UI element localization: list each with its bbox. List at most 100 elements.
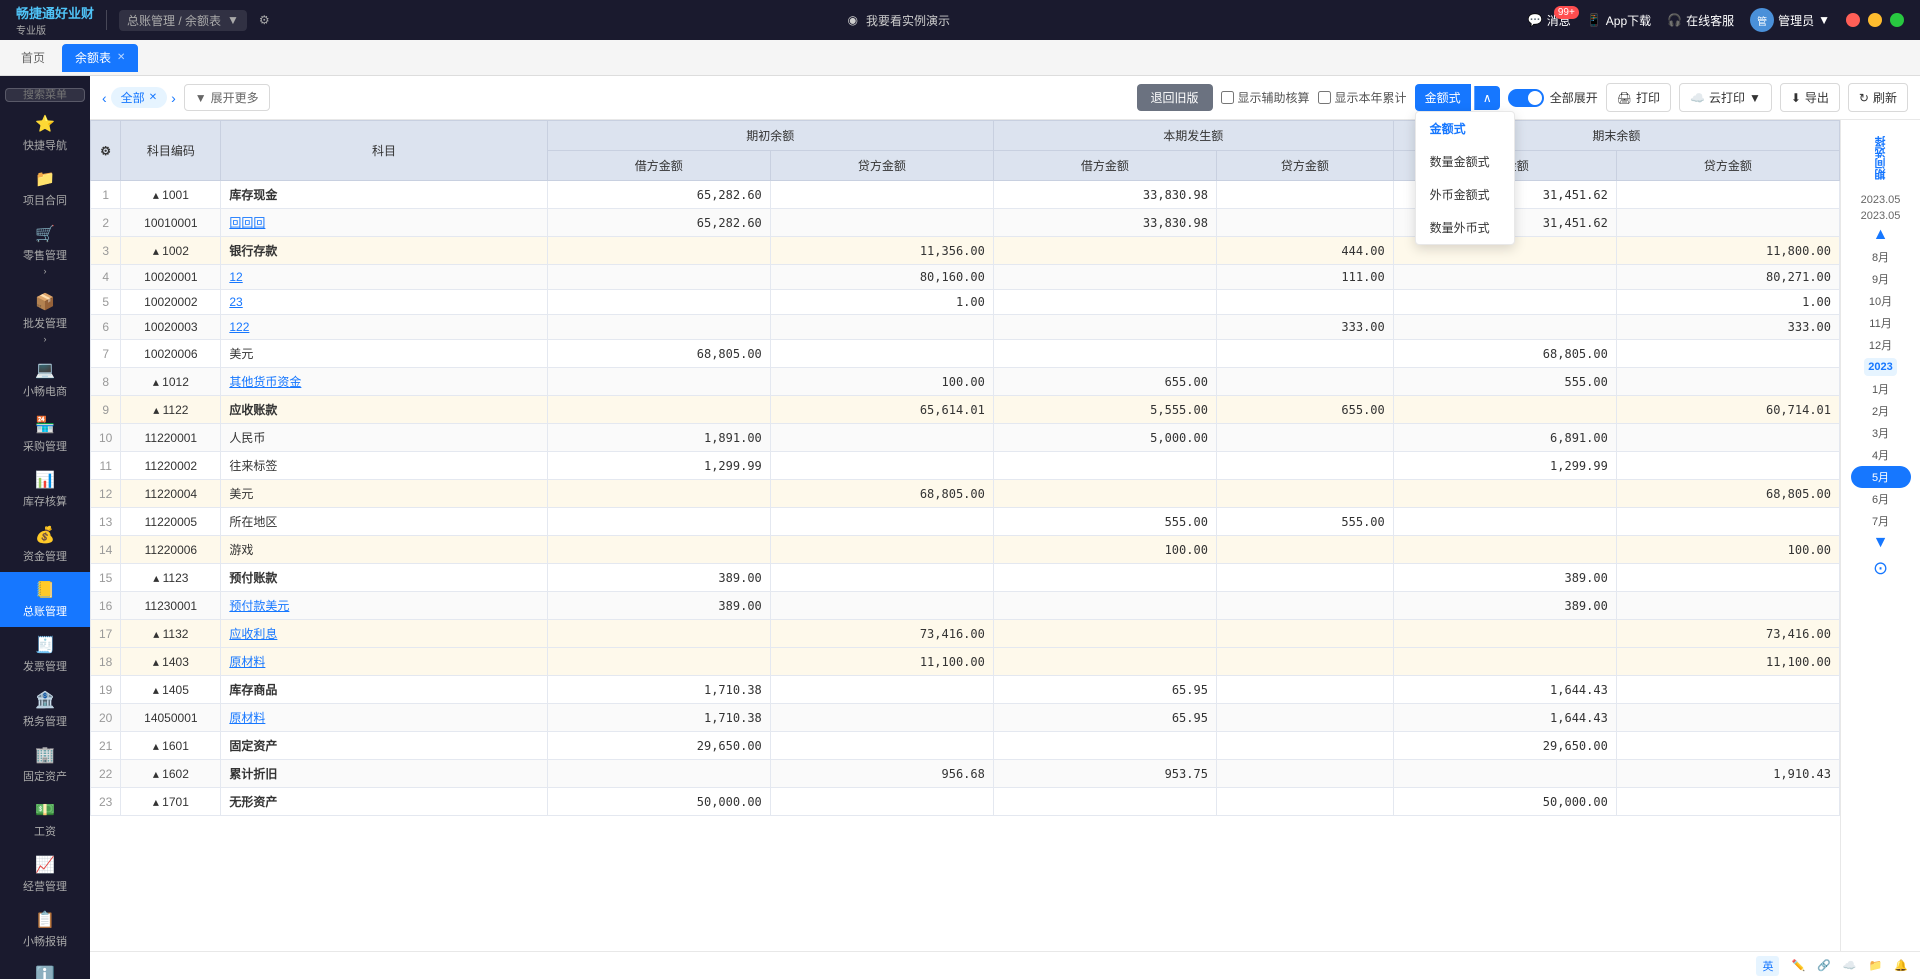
- search-input[interactable]: [5, 88, 85, 102]
- period-down-arrow[interactable]: ▼: [1871, 532, 1891, 554]
- account-link[interactable]: 预付款美元: [229, 599, 289, 613]
- app-download-btn[interactable]: 📱 App下载: [1587, 12, 1651, 29]
- message-btn[interactable]: 💬 消息 99+: [1528, 12, 1571, 29]
- sidebar-item-finance[interactable]: 💰 资金管理: [0, 517, 90, 572]
- sidebar-item-report[interactable]: 📋 小畅报销: [0, 902, 90, 957]
- th-settings[interactable]: ⚙: [91, 121, 121, 181]
- expand-more-btn[interactable]: ▼ 展开更多: [184, 84, 270, 111]
- tab-close-balance[interactable]: ✕: [117, 52, 125, 63]
- edit-icon[interactable]: ✏️: [1791, 959, 1805, 972]
- account-name-cell[interactable]: 回回回: [221, 209, 547, 237]
- period-10[interactable]: 10月: [1851, 290, 1911, 312]
- period-8[interactable]: 8月: [1851, 246, 1911, 268]
- current-credit: 655.00: [1216, 396, 1393, 424]
- balance-table-container[interactable]: ⚙ 科目编码 科目 期初余额 本期发生额 期末余额 借方金额 贷方金额 借方金额…: [90, 120, 1840, 951]
- gear-settings[interactable]: ⚙: [259, 13, 270, 27]
- account-link[interactable]: 回回回: [229, 216, 265, 230]
- cloud-print-btn[interactable]: ☁️ 云打印 ▼: [1679, 83, 1772, 112]
- show-auxiliary-checkbox[interactable]: 显示辅助核算: [1221, 89, 1310, 106]
- period-2[interactable]: 2月: [1851, 400, 1911, 422]
- tab-home[interactable]: 首页: [8, 44, 58, 72]
- period-year-2023[interactable]: 2023: [1864, 358, 1896, 376]
- account-name-cell[interactable]: 原材料: [221, 648, 547, 676]
- sidebar-item-basic[interactable]: ℹ️ 基础信息: [0, 957, 90, 979]
- sidebar-item-quick-nav[interactable]: ⭐ 快捷导航: [0, 106, 90, 161]
- period-6[interactable]: 6月: [1851, 488, 1911, 510]
- show-ytd-checkbox[interactable]: 显示本年累计: [1318, 89, 1407, 106]
- nav-left-btn[interactable]: ‹: [102, 90, 107, 106]
- period-4[interactable]: 4月: [1851, 444, 1911, 466]
- tab-balance[interactable]: 余额表 ✕: [62, 44, 138, 72]
- folder-icon[interactable]: 📁: [1869, 959, 1883, 972]
- sidebar-item-ledger[interactable]: 📒 总账管理: [0, 572, 90, 627]
- all-tag-close[interactable]: ✕: [149, 92, 157, 103]
- sidebar-item-payroll[interactable]: 💵 工资: [0, 792, 90, 847]
- account-name-cell[interactable]: 其他货币资金: [221, 368, 547, 396]
- cloud-icon[interactable]: ☁️: [1843, 959, 1857, 972]
- account-name-cell[interactable]: 122: [221, 315, 547, 340]
- period-scroll-icon[interactable]: ⊙: [1873, 558, 1888, 579]
- mode-qty-amount[interactable]: 数量金额式: [1416, 145, 1514, 178]
- account-link[interactable]: 原材料: [229, 711, 265, 725]
- period-5-active[interactable]: 5月: [1851, 466, 1911, 488]
- account-code: ▴ 1002: [121, 237, 221, 265]
- sidebar-item-tax[interactable]: 🏦 税务管理: [0, 682, 90, 737]
- account-link[interactable]: 其他货币资金: [229, 375, 301, 389]
- period-up-arrow[interactable]: ▲: [1871, 224, 1891, 246]
- period-11[interactable]: 11月: [1851, 312, 1911, 334]
- account-link[interactable]: 应收利息: [229, 627, 277, 641]
- win-min-btn[interactable]: −: [1868, 13, 1882, 27]
- period-1[interactable]: 1月: [1851, 378, 1911, 400]
- online-service-btn[interactable]: 🎧 在线客服: [1667, 12, 1734, 29]
- account-link[interactable]: 23: [229, 295, 242, 309]
- nav-right-btn[interactable]: ›: [171, 90, 176, 106]
- account-name-cell[interactable]: 12: [221, 265, 547, 290]
- sidebar-item-ecommerce[interactable]: 💻 小畅电商: [0, 352, 90, 407]
- account-name-cell[interactable]: 预付款美元: [221, 592, 547, 620]
- mode-fx-amount[interactable]: 外币金额式: [1416, 178, 1514, 211]
- account-name-cell[interactable]: 应收利息: [221, 620, 547, 648]
- account-link[interactable]: 原材料: [229, 655, 265, 669]
- sidebar-item-retail[interactable]: 🛒 零售管理 ›: [0, 216, 90, 284]
- display-mode-dropdown[interactable]: 金额式 ∧ 金额式 数量金额式 外币金额式 数量外币式: [1415, 84, 1500, 111]
- lock-icon[interactable]: 🔗: [1817, 959, 1831, 972]
- nav-dropdown[interactable]: 总账管理 / 余额表 ▼: [119, 10, 247, 31]
- period-12[interactable]: 12月: [1851, 334, 1911, 356]
- sidebar-item-wholesale[interactable]: 📦 批发管理 ›: [0, 284, 90, 352]
- period-9[interactable]: 9月: [1851, 268, 1911, 290]
- period-3[interactable]: 3月: [1851, 422, 1911, 444]
- win-close-btn[interactable]: ✕: [1846, 13, 1860, 27]
- demo-link[interactable]: ◉ 我要看实例演示: [848, 12, 951, 29]
- user-menu[interactable]: 管 管理员 ▼: [1750, 8, 1830, 32]
- period-2023-05-b[interactable]: 2023.05: [1861, 210, 1901, 222]
- display-mode-arrow-btn[interactable]: ∧: [1474, 86, 1500, 110]
- display-mode-main-btn[interactable]: 金额式: [1415, 84, 1471, 111]
- account-code: 10020003: [121, 315, 221, 340]
- account-name-cell[interactable]: 原材料: [221, 704, 547, 732]
- sidebar-item-inventory[interactable]: 📊 库存核算: [0, 462, 90, 517]
- refresh-btn[interactable]: ↻ 刷新: [1848, 83, 1908, 112]
- account-link[interactable]: 12: [229, 270, 242, 284]
- lang-btn[interactable]: 英: [1756, 956, 1779, 976]
- print-btn[interactable]: 🖨 打印: [1606, 83, 1671, 112]
- sidebar-item-purchase[interactable]: 🏪 采购管理: [0, 407, 90, 462]
- account-name-cell[interactable]: 23: [221, 290, 547, 315]
- toolbar: ‹ 全部 ✕ › ▼ 展开更多 退回旧版 显示辅助核算 显示本年累计: [90, 76, 1920, 120]
- sidebar-item-project[interactable]: 📁 项目合同: [0, 161, 90, 216]
- mode-amount[interactable]: 金额式: [1416, 112, 1514, 145]
- bell-icon[interactable]: 🔔: [1894, 959, 1908, 972]
- all-tag[interactable]: 全部 ✕: [111, 87, 167, 108]
- current-credit: [1216, 480, 1393, 508]
- toggle-switch[interactable]: [1508, 89, 1544, 107]
- back-old-version-btn[interactable]: 退回旧版: [1137, 84, 1213, 111]
- period-2023-05-a[interactable]: 2023.05: [1861, 194, 1901, 206]
- sidebar-item-invoice[interactable]: 🧾 发票管理: [0, 627, 90, 682]
- win-max-btn[interactable]: □: [1890, 13, 1904, 27]
- export-btn[interactable]: ⬇ 导出: [1780, 83, 1840, 112]
- expand-all-toggle[interactable]: 全部展开: [1508, 89, 1598, 107]
- account-link[interactable]: 122: [229, 320, 249, 334]
- period-7[interactable]: 7月: [1851, 510, 1911, 532]
- mode-qty-fx[interactable]: 数量外币式: [1416, 211, 1514, 244]
- sidebar-item-fixed-assets[interactable]: 🏢 固定资产: [0, 737, 90, 792]
- sidebar-item-operations[interactable]: 📈 经营管理: [0, 847, 90, 902]
